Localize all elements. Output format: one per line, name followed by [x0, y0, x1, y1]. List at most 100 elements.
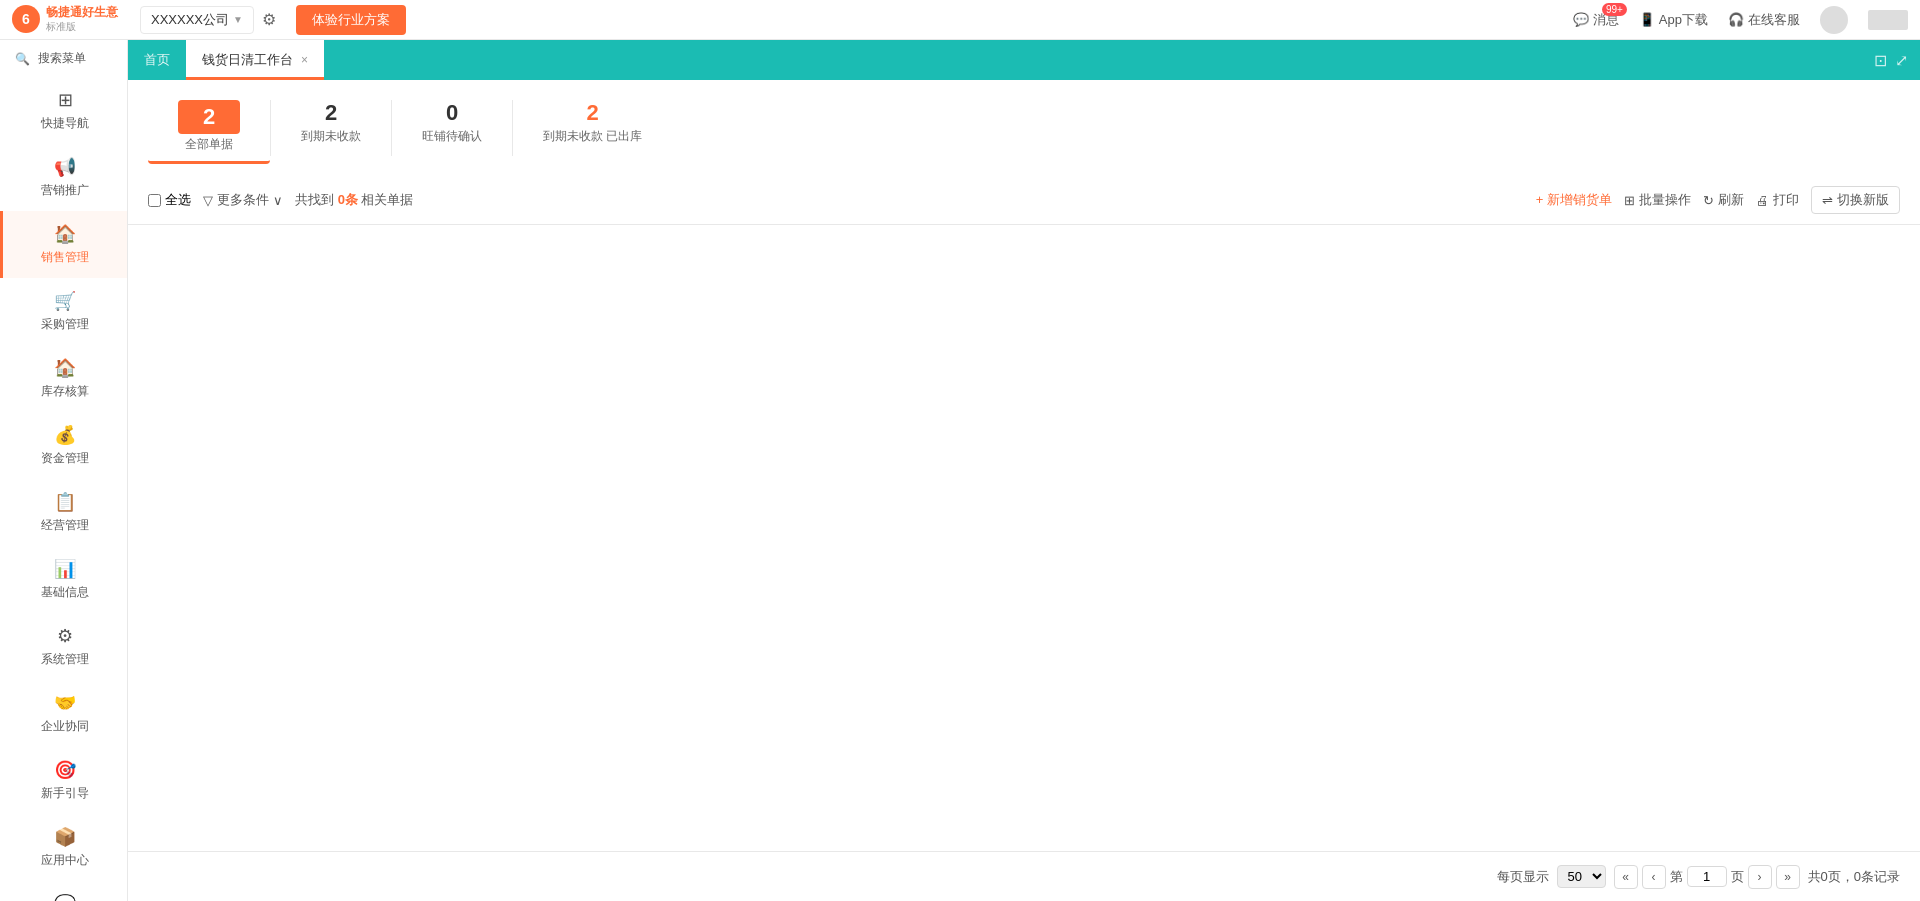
system-icon: ⚙ — [57, 625, 73, 647]
marketing-icon: 📢 — [54, 156, 76, 178]
switch-label: 切换新版 — [1837, 191, 1889, 209]
batch-label: 批量操作 — [1639, 191, 1691, 209]
page-content: 2 全部单据 2 到期未收款 0 旺铺待确认 2 到期未收款 已出库 — [128, 80, 1920, 901]
refresh-icon: ↻ — [1703, 193, 1714, 208]
filter-btn[interactable]: ▽ 更多条件 ∨ — [203, 191, 283, 209]
message-btn[interactable]: 💬 消息 99+ — [1573, 11, 1619, 29]
gear-icon: ⚙ — [262, 11, 276, 28]
stat-pending-number: 0 — [437, 100, 467, 126]
filter-icon: ▽ — [203, 193, 213, 208]
stats-bar: 2 全部单据 2 到期未收款 0 旺铺待确认 2 到期未收款 已出库 — [128, 80, 1920, 176]
online-service-btn[interactable]: 🎧 在线客服 — [1728, 11, 1800, 29]
logo-area: 6 畅捷通好生意 标准版 — [12, 5, 140, 33]
stat-unshipped-number: 2 — [578, 100, 608, 126]
found-text: 共找到 0条 相关单据 — [295, 191, 413, 209]
sidebar-item-label: 经营管理 — [41, 517, 89, 534]
app-name: 畅捷通好生意 — [46, 5, 118, 19]
sidebar-item-app-center[interactable]: 📦 应用中心 — [0, 814, 127, 881]
print-btn[interactable]: 🖨 打印 — [1756, 191, 1799, 209]
tab-minimize-icon[interactable]: ⊡ — [1874, 51, 1887, 70]
prev-page-btn[interactable]: ‹ — [1642, 865, 1666, 889]
tab-actions: ⊡ ⤢ — [1862, 51, 1920, 70]
stat-overdue-unpaid[interactable]: 2 到期未收款 — [271, 92, 391, 164]
quick-nav-icon: ⊞ — [58, 89, 73, 111]
found-prefix: 共找到 — [295, 192, 334, 207]
sidebar-item-wechat[interactable]: 💬 企业微信 — [0, 881, 127, 901]
tab-expand-icon[interactable]: ⤢ — [1895, 51, 1908, 70]
sidebar-item-label: 基础信息 — [41, 584, 89, 601]
tab-bar: 首页 钱货日清工作台 × ⊡ ⤢ — [128, 40, 1920, 80]
tab-active[interactable]: 钱货日清工作台 × — [186, 40, 324, 80]
sidebar-item-capital[interactable]: 💰 资金管理 — [0, 412, 127, 479]
sidebar-item-label: 库存核算 — [41, 383, 89, 400]
page-nav: « ‹ 第 页 › » — [1614, 865, 1800, 889]
purchase-icon: 🛒 — [54, 290, 76, 312]
top-header: 6 畅捷通好生意 标准版 XXXXXX公司 ▼ ⚙ 体验行业方案 💬 消息 99… — [0, 0, 1920, 40]
refresh-btn[interactable]: ↻ 刷新 — [1703, 191, 1744, 209]
stat-all-label: 全部单据 — [178, 136, 240, 153]
app-center-icon: 📦 — [54, 826, 76, 848]
app-download-btn[interactable]: 📱 App下载 — [1639, 11, 1708, 29]
stat-overdue-unshipped[interactable]: 2 到期未收款 已出库 — [513, 92, 672, 164]
sidebar-item-marketing[interactable]: 📢 营销推广 — [0, 144, 127, 211]
first-page-btn[interactable]: « — [1614, 865, 1638, 889]
avatar[interactable] — [1820, 6, 1848, 34]
select-all-checkbox[interactable]: 全选 — [148, 191, 191, 209]
page-input[interactable] — [1687, 866, 1727, 887]
per-page-select[interactable]: 50 — [1557, 865, 1606, 888]
switch-version-btn[interactable]: ⇌ 切换新版 — [1811, 186, 1900, 214]
select-all-label: 全选 — [165, 191, 191, 209]
page-suffix: 页 — [1731, 868, 1744, 886]
batch-operation-btn[interactable]: ⊞ 批量操作 — [1624, 191, 1691, 209]
toolbar-right: + 新增销货单 ⊞ 批量操作 ↻ 刷新 🖨 打印 ⇌ — [1536, 186, 1900, 214]
tab-home[interactable]: 首页 — [128, 40, 186, 80]
guide-icon: 🎯 — [54, 759, 76, 781]
found-count: 0条 — [338, 192, 358, 207]
service-icon: 🎧 — [1728, 12, 1744, 27]
last-page-btn[interactable]: » — [1776, 865, 1800, 889]
app-version: 标准版 — [46, 20, 118, 34]
stat-unshipped-label: 到期未收款 已出库 — [543, 128, 642, 145]
sidebar-item-operation[interactable]: 📋 经营管理 — [0, 479, 127, 546]
sidebar-item-guide[interactable]: 🎯 新手引导 — [0, 747, 127, 814]
tab-indicator — [186, 77, 324, 80]
sidebar-item-label: 快捷导航 — [41, 115, 89, 132]
sales-icon: 🏠 — [54, 223, 76, 245]
sidebar-item-system[interactable]: ⚙ 系统管理 — [0, 613, 127, 680]
sidebar-item-inventory[interactable]: 🏠 库存核算 — [0, 345, 127, 412]
tab-close-btn[interactable]: × — [301, 53, 308, 67]
sidebar-item-basic-info[interactable]: 📊 基础信息 — [0, 546, 127, 613]
stat-overdue-label: 到期未收款 — [301, 128, 361, 145]
stat-pending-confirm[interactable]: 0 旺铺待确认 — [392, 92, 512, 164]
filter-arrow: ∨ — [273, 193, 283, 208]
download-icon: 📱 — [1639, 12, 1655, 27]
company-selector[interactable]: XXXXXX公司 ▼ — [140, 6, 254, 34]
logo-text-block: 畅捷通好生意 标准版 — [46, 5, 118, 33]
print-label: 打印 — [1773, 191, 1799, 209]
stat-all[interactable]: 2 全部单据 — [148, 92, 270, 164]
message-badge: 99+ — [1602, 3, 1627, 16]
next-page-btn[interactable]: › — [1748, 865, 1772, 889]
add-sales-order-btn[interactable]: + 新增销货单 — [1536, 191, 1612, 209]
sidebar-item-sales[interactable]: 🏠 销售管理 — [0, 211, 127, 278]
sidebar-item-purchase[interactable]: 🛒 采购管理 — [0, 278, 127, 345]
toolbar: 全选 ▽ 更多条件 ∨ 共找到 0条 相关单据 + 新增销货单 ⊞ 批量操作 — [128, 176, 1920, 225]
stat-overdue-number: 2 — [316, 100, 346, 126]
experience-btn[interactable]: 体验行业方案 — [296, 5, 406, 35]
select-all-input[interactable] — [148, 194, 161, 207]
basic-info-icon: 📊 — [54, 558, 76, 580]
tab-active-label: 钱货日清工作台 — [202, 51, 293, 69]
batch-icon: ⊞ — [1624, 193, 1635, 208]
switch-icon: ⇌ — [1822, 193, 1833, 208]
found-suffix: 相关单据 — [361, 192, 413, 207]
sidebar-item-quick-nav[interactable]: ⊞ 快捷导航 — [0, 77, 127, 144]
sidebar-item-label: 企业协同 — [41, 718, 89, 735]
sidebar-search[interactable]: 🔍 搜索菜单 — [0, 40, 127, 77]
header-right: 💬 消息 99+ 📱 App下载 🎧 在线客服 — [1573, 6, 1908, 34]
sidebar-item-label: 资金管理 — [41, 450, 89, 467]
settings-btn[interactable]: ⚙ — [262, 10, 276, 29]
sidebar-item-enterprise[interactable]: 🤝 企业协同 — [0, 680, 127, 747]
sidebar-item-label: 新手引导 — [41, 785, 89, 802]
total-label: 共0页，0条记录 — [1808, 868, 1900, 886]
inventory-icon: 🏠 — [54, 357, 76, 379]
